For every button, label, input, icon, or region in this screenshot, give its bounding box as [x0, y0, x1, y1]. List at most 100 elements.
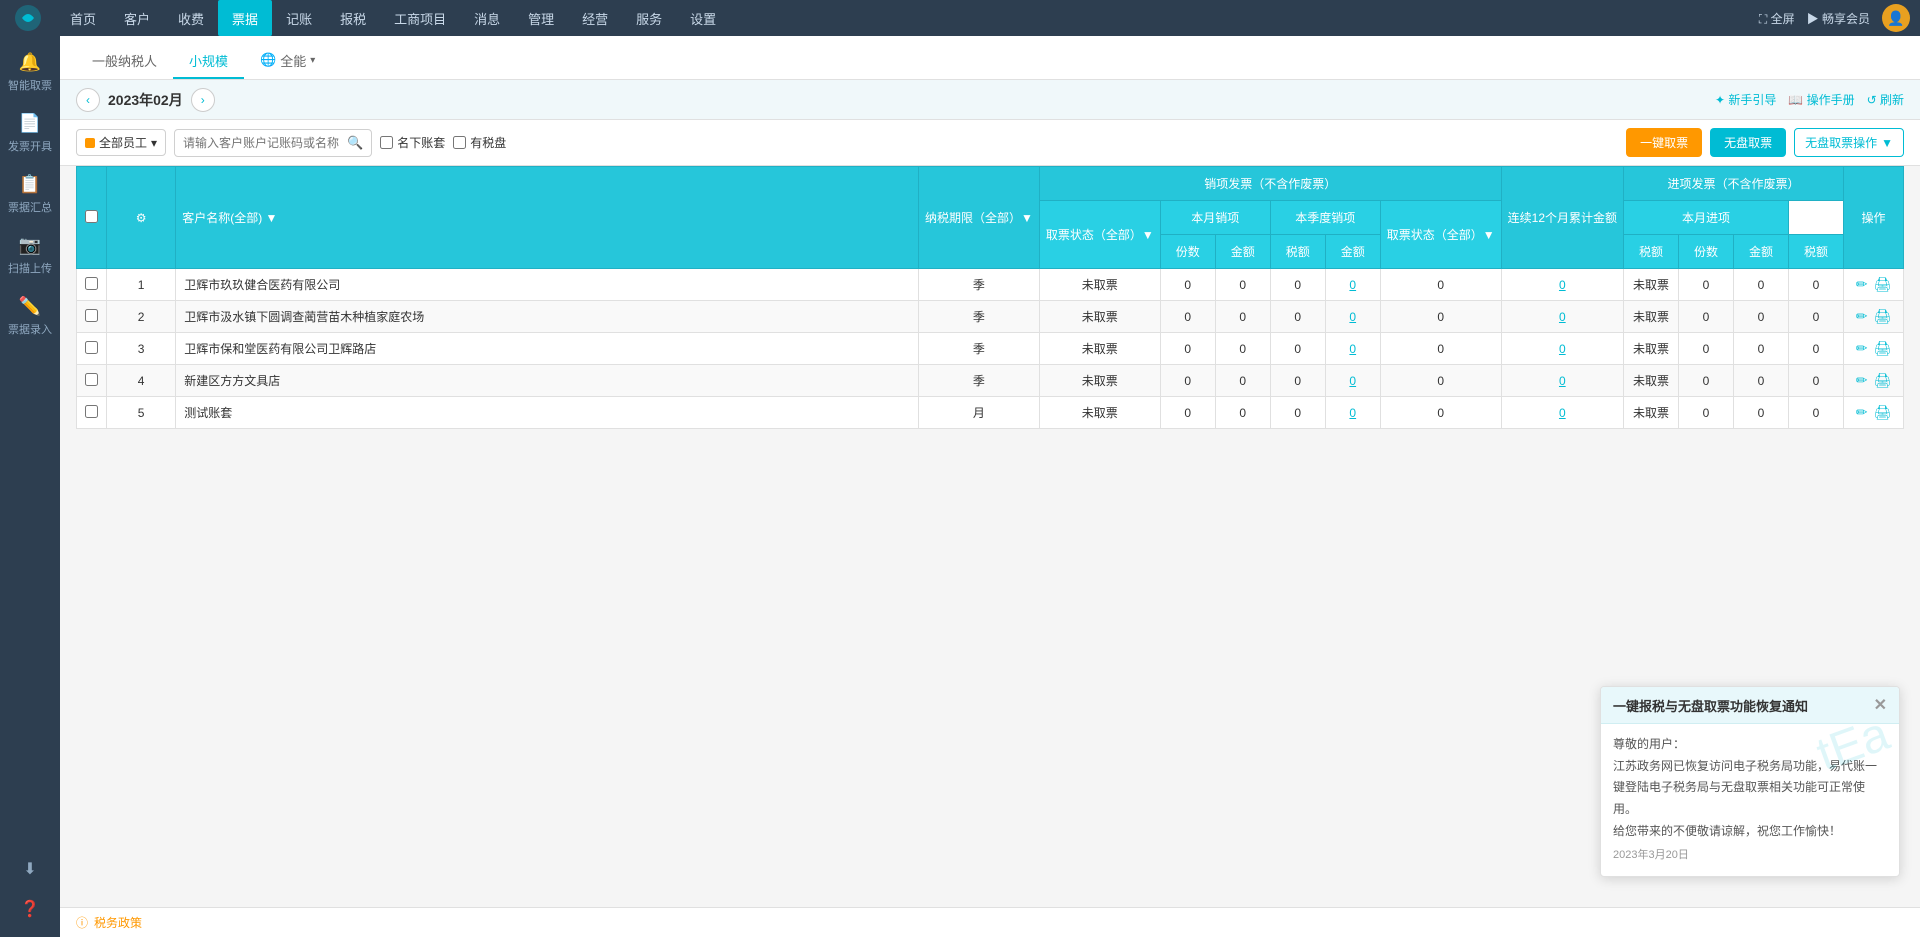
row-edit-icon-4[interactable]: ✏ — [1856, 404, 1868, 421]
row-cumulative-2[interactable]: 0 — [1501, 333, 1623, 365]
invoice-entry-icon: ✏️ — [19, 296, 41, 317]
row-check-3[interactable] — [85, 373, 98, 386]
invoice-summary-icon: 📋 — [19, 174, 41, 195]
row-name-1[interactable]: 卫辉市汲水镇下圆调查蔺营苗木种植家庭农场 — [176, 301, 919, 333]
row-view-icon-2[interactable]: 🖨 — [1873, 340, 1891, 357]
nav-billing[interactable]: 收费 — [164, 0, 218, 36]
row-quarterly-tax-2: 0 — [1380, 333, 1501, 365]
invoice-issue-icon: 📄 — [19, 113, 41, 134]
th-purchase-qty: 份数 — [1679, 235, 1734, 269]
row-edit-icon-2[interactable]: ✏ — [1856, 340, 1868, 357]
row-check-2[interactable] — [85, 341, 98, 354]
tab-small-scale[interactable]: 小规模 — [173, 43, 244, 79]
nav-customer[interactable]: 客户 — [110, 0, 164, 36]
row-view-icon-1[interactable]: 🖨 — [1873, 308, 1891, 325]
tax-policy-link[interactable]: 税务政策 — [94, 914, 142, 931]
nav-settings[interactable]: 设置 — [676, 0, 730, 36]
sidebar-help-btn[interactable]: ❓ — [14, 893, 46, 925]
one-click-ticket-btn[interactable]: 一键取票 — [1626, 128, 1702, 157]
period-actions: ✦ 新手引导 📖 操作手册 ↺ 刷新 — [1715, 91, 1904, 108]
nav-tax[interactable]: 报税 — [326, 0, 380, 36]
toolbar-right: 一键取票 无盘取票 无盘取票操作 ▼ — [1626, 128, 1904, 157]
period-next-btn[interactable]: › — [191, 88, 215, 112]
fullscreen-btn[interactable]: ⛶ 全屏 — [1759, 10, 1795, 27]
row-check-0[interactable] — [85, 277, 98, 290]
nav-service[interactable]: 服务 — [622, 0, 676, 36]
filter-has-disk-checkbox[interactable] — [453, 136, 466, 149]
no-disk-ops-btn[interactable]: 无盘取票操作 ▼ — [1794, 128, 1904, 157]
row-purchase-qty-3: 0 — [1679, 365, 1734, 397]
nav-business[interactable]: 工商项目 — [380, 0, 460, 36]
nav-message[interactable]: 消息 — [460, 0, 514, 36]
search-icon[interactable]: 🔍 — [347, 135, 363, 151]
filter-has-disk[interactable]: 有税盘 — [453, 134, 506, 151]
row-view-icon-0[interactable]: 🖨 — [1873, 276, 1891, 293]
scan-upload-icon: 📷 — [19, 235, 41, 256]
row-check-4[interactable] — [85, 405, 98, 418]
row-cumulative-3[interactable]: 0 — [1501, 365, 1623, 397]
tab-all[interactable]: 🌐 全能 ▾ — [244, 43, 331, 79]
row-quarterly-amount-2[interactable]: 0 — [1325, 333, 1380, 365]
no-disk-ticket-btn[interactable]: 无盘取票 — [1710, 128, 1786, 157]
row-purchase-tax-1: 0 — [1789, 301, 1844, 333]
notification-popup: tEa 一键报税与无盘取票功能恢复通知 ✕ 尊敬的用户： 江苏政务网已恢复访问电… — [1600, 686, 1900, 877]
nav-home[interactable]: 首页 — [56, 0, 110, 36]
member-btn[interactable]: ▶ 畅享会员 — [1807, 10, 1870, 27]
tab-all-dropdown-icon: ▾ — [310, 55, 315, 66]
th-sale-tax: 税额 — [1270, 235, 1325, 269]
refresh-btn[interactable]: ↺ 刷新 — [1867, 91, 1904, 108]
sidebar-download-btn[interactable]: ⬇ — [14, 853, 46, 885]
filter-named-accounts[interactable]: 名下账套 — [380, 134, 445, 151]
row-view-icon-4[interactable]: 🖨 — [1873, 404, 1891, 421]
table-row: 4 新建区方方文具店 季 未取票 0 0 0 0 0 0 未取票 0 0 0 ✏… — [77, 365, 1904, 397]
period-nav: ‹ 2023年02月 › — [76, 88, 215, 112]
row-quarterly-amount-1[interactable]: 0 — [1325, 301, 1380, 333]
row-purchase-tax-4: 0 — [1789, 397, 1844, 429]
row-quarterly-amount-0[interactable]: 0 — [1325, 269, 1380, 301]
search-input[interactable] — [183, 136, 343, 150]
row-purchase-status-2: 未取票 — [1624, 333, 1679, 365]
row-sale-status-0: 未取票 — [1039, 269, 1160, 301]
tab-general-taxpayer[interactable]: 一般纳税人 — [76, 43, 173, 79]
row-cumulative-4[interactable]: 0 — [1501, 397, 1623, 429]
row-quarterly-amount-4[interactable]: 0 — [1325, 397, 1380, 429]
th-purchase-tax: 税额 — [1789, 235, 1844, 269]
sidebar-item-invoice-summary[interactable]: 📋 票据汇总 — [2, 166, 58, 223]
user-avatar[interactable]: 👤 — [1882, 4, 1910, 32]
notification-header: 一键报税与无盘取票功能恢复通知 ✕ — [1601, 687, 1899, 724]
nav-invoice[interactable]: 票据 — [218, 0, 272, 36]
sidebar-item-scan-upload[interactable]: 📷 扫描上传 — [2, 227, 58, 284]
row-name-2[interactable]: 卫辉市保和堂医药有限公司卫辉路店 — [176, 333, 919, 365]
sidebar-item-invoice-issue[interactable]: 📄 发票开具 — [2, 105, 58, 162]
row-sale-status-3: 未取票 — [1039, 365, 1160, 397]
row-sale-amount-3: 0 — [1215, 365, 1270, 397]
guide-btn[interactable]: ✦ 新手引导 — [1715, 91, 1776, 108]
row-name-3[interactable]: 新建区方方文具店 — [176, 365, 919, 397]
row-cumulative-0[interactable]: 0 — [1501, 269, 1623, 301]
row-edit-icon-1[interactable]: ✏ — [1856, 308, 1868, 325]
filter-named-accounts-checkbox[interactable] — [380, 136, 393, 149]
row-check-1[interactable] — [85, 309, 98, 322]
row-quarterly-amount-3[interactable]: 0 — [1325, 365, 1380, 397]
row-name-0[interactable]: 卫辉市玖玖健合医药有限公司 — [176, 269, 919, 301]
notification-close-btn[interactable]: ✕ — [1874, 695, 1887, 715]
app-logo — [10, 0, 46, 36]
row-edit-icon-0[interactable]: ✏ — [1856, 276, 1868, 293]
period-prev-btn[interactable]: ‹ — [76, 88, 100, 112]
bottom-bar: ⓘ 税务政策 — [60, 907, 1920, 937]
select-all-checkbox[interactable] — [85, 210, 98, 223]
nav-bookkeeping[interactable]: 记账 — [272, 0, 326, 36]
employee-select[interactable]: 全部员工 ▾ — [76, 129, 166, 156]
nav-manage[interactable]: 管理 — [514, 0, 568, 36]
row-view-icon-3[interactable]: 🖨 — [1873, 372, 1891, 389]
manual-btn[interactable]: 📖 操作手册 — [1788, 91, 1854, 108]
row-edit-icon-3[interactable]: ✏ — [1856, 372, 1868, 389]
row-sale-qty-2: 0 — [1160, 333, 1215, 365]
row-cumulative-1[interactable]: 0 — [1501, 301, 1623, 333]
nav-operation[interactable]: 经营 — [568, 0, 622, 36]
row-sale-amount-2: 0 — [1215, 333, 1270, 365]
sidebar-item-invoice-entry[interactable]: ✏️ 票据录入 — [2, 288, 58, 345]
tax-policy-icon: ⓘ — [76, 914, 88, 931]
sidebar-item-smart-ticket[interactable]: 🔔 智能取票 — [2, 44, 58, 101]
row-name-4[interactable]: 测试账套 — [176, 397, 919, 429]
